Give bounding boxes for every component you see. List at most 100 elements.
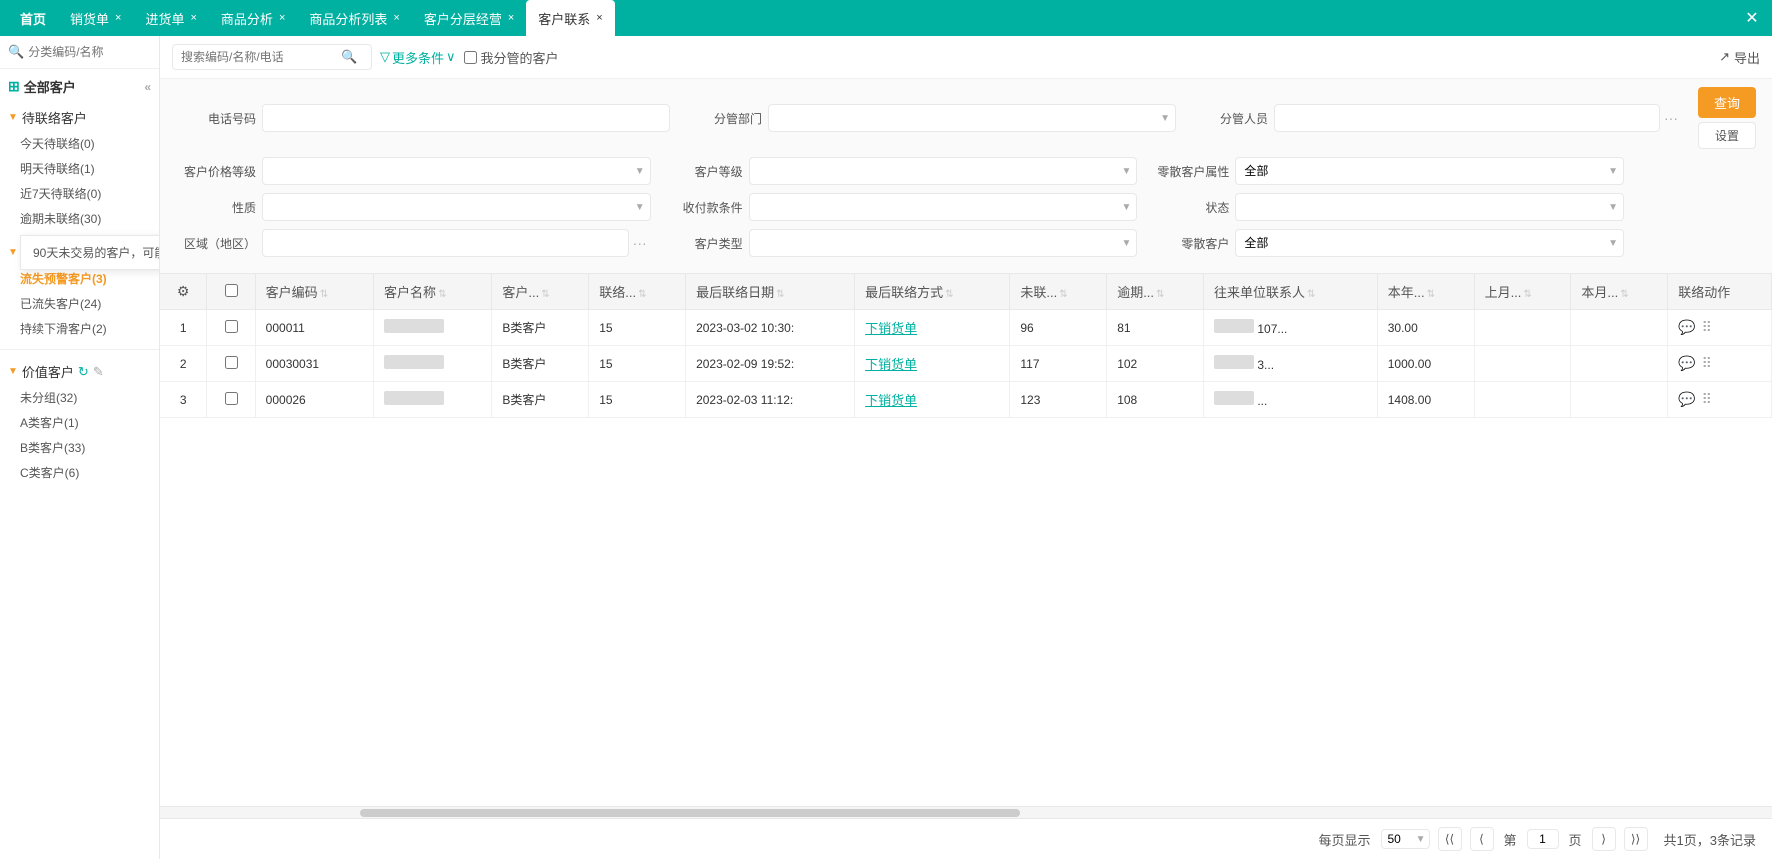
sidebar-item-churned[interactable]: 已流失客户(24) bbox=[0, 291, 159, 316]
first-page-btn[interactable]: ⟨⟨ bbox=[1438, 827, 1462, 851]
filter-customer-level-select[interactable] bbox=[749, 157, 1138, 185]
sidebar-search-input[interactable] bbox=[28, 45, 151, 59]
filter-gender-select[interactable] bbox=[262, 193, 651, 221]
sort-overdue-icon[interactable]: ⇅ bbox=[1156, 289, 1164, 300]
nav-tab-analysis-list-close[interactable]: × bbox=[393, 12, 399, 24]
filter-payment-select[interactable] bbox=[749, 193, 1138, 221]
sort-contact-person-icon[interactable]: ⇅ bbox=[1307, 289, 1315, 300]
row-cur-month-1 bbox=[1571, 346, 1668, 382]
nav-tab-purchase[interactable]: 进货单 × bbox=[133, 0, 208, 36]
nav-tab-customer-tier-close[interactable]: × bbox=[508, 12, 514, 24]
my-customers-filter[interactable]: 我分管的客户 bbox=[464, 48, 559, 67]
nav-tab-home[interactable]: 首页 bbox=[8, 0, 58, 36]
filter-phone-input[interactable] bbox=[262, 104, 670, 132]
nav-tab-sales[interactable]: 销货单 × bbox=[58, 0, 133, 36]
sort-contact-icon[interactable]: ⇅ bbox=[638, 289, 646, 300]
filter-region-input[interactable] bbox=[262, 229, 629, 257]
window-close-button[interactable]: ✕ bbox=[1740, 6, 1764, 30]
edit-icon[interactable]: ✎ bbox=[93, 364, 104, 380]
filter-search-input[interactable] bbox=[181, 50, 341, 64]
filter-staff-dots[interactable]: ··· bbox=[1660, 110, 1682, 126]
filter-zero-attr-select[interactable]: 全部 bbox=[1235, 157, 1624, 185]
filter-dept-select[interactable] bbox=[768, 104, 1176, 132]
export-icon: ↗ bbox=[1719, 49, 1730, 65]
page-number-input[interactable] bbox=[1527, 829, 1559, 849]
sidebar-item-class-a[interactable]: A类客户(1) bbox=[0, 410, 159, 435]
horizontal-scrollbar[interactable] bbox=[160, 806, 1772, 818]
row-select-2[interactable] bbox=[225, 392, 238, 405]
more-conditions-btn[interactable]: ▽ 更多条件 ∨ bbox=[380, 48, 456, 67]
action-more-icon-2[interactable]: ⠿ bbox=[1702, 391, 1712, 408]
nav-tab-analysis[interactable]: 商品分析 × bbox=[209, 0, 297, 36]
row-checkbox-0[interactable] bbox=[207, 310, 255, 346]
sort-no-contact-icon[interactable]: ⇅ bbox=[1059, 289, 1067, 300]
filter-staff-input[interactable] bbox=[1274, 104, 1660, 132]
my-customers-checkbox[interactable] bbox=[464, 51, 477, 64]
sort-last-month-icon[interactable]: ⇅ bbox=[1523, 289, 1531, 300]
sidebar-group-value-title[interactable]: ▼ 价值客户 ↻ ✎ bbox=[0, 358, 159, 385]
contact-method-link-0[interactable]: 下销货单 bbox=[865, 321, 917, 336]
sidebar-item-overdue[interactable]: 逾期未联络(30) bbox=[0, 206, 159, 231]
sort-code-icon[interactable]: ⇅ bbox=[320, 289, 328, 300]
next-page-btn[interactable]: ⟩ bbox=[1592, 827, 1616, 851]
all-customers-section[interactable]: ⊞ 全部客户 « bbox=[0, 69, 159, 100]
row-last-method-2[interactable]: 下销货单 bbox=[855, 382, 1010, 418]
sort-cur-year-icon[interactable]: ⇅ bbox=[1427, 289, 1435, 300]
sidebar-item-7days[interactable]: 近7天待联络(0) bbox=[0, 181, 159, 206]
refresh-icon[interactable]: ↻ bbox=[78, 364, 89, 380]
filter-price-level-select[interactable] bbox=[262, 157, 651, 185]
filter-region-dots[interactable]: ··· bbox=[629, 235, 651, 251]
collapse-icon[interactable]: « bbox=[144, 80, 151, 94]
last-page-btn[interactable]: ⟩⟩ bbox=[1624, 827, 1648, 851]
sort-last-date-icon[interactable]: ⇅ bbox=[776, 289, 784, 300]
per-page-select[interactable]: 50 100 200 bbox=[1381, 829, 1430, 849]
nav-tab-customer-tier[interactable]: 客户分层经营 × bbox=[412, 0, 526, 36]
export-btn[interactable]: ↗ 导出 bbox=[1719, 48, 1760, 67]
table-row: 1 000011 B类客户 15 2023-03-02 10:30: 下销货单 … bbox=[160, 310, 1772, 346]
row-checkbox-1[interactable] bbox=[207, 346, 255, 382]
action-contact-icon-0[interactable]: 💬 bbox=[1678, 319, 1695, 336]
row-checkbox-2[interactable] bbox=[207, 382, 255, 418]
settings-button[interactable]: 设置 bbox=[1698, 122, 1756, 149]
sidebar-item-class-b[interactable]: B类客户(33) bbox=[0, 435, 159, 460]
scrollbar-thumb[interactable] bbox=[360, 809, 1020, 817]
nav-tab-sales-close[interactable]: × bbox=[115, 12, 121, 24]
filter-status-select[interactable] bbox=[1235, 193, 1624, 221]
table-settings-col[interactable]: ⚙ bbox=[160, 274, 207, 310]
nav-tab-customer-contact[interactable]: 客户联系 × bbox=[526, 0, 614, 36]
row-select-0[interactable] bbox=[225, 320, 238, 333]
sort-last-method-icon[interactable]: ⇅ bbox=[945, 289, 953, 300]
sidebar-item-class-c[interactable]: C类客户(6) bbox=[0, 460, 159, 485]
sidebar-group-pending-title[interactable]: ▼ 待联络客户 bbox=[0, 104, 159, 131]
sidebar-item-declining[interactable]: 持续下滑客户(2) bbox=[0, 316, 159, 341]
sidebar-item-tomorrow[interactable]: 明天待联络(1) bbox=[0, 156, 159, 181]
sort-cur-month-icon[interactable]: ⇅ bbox=[1620, 289, 1628, 300]
filter-search-icon[interactable]: 🔍 bbox=[341, 49, 357, 65]
nav-tab-customer-contact-close[interactable]: × bbox=[596, 12, 602, 24]
row-last-method-1[interactable]: 下销货单 bbox=[855, 346, 1010, 382]
action-more-icon-0[interactable]: ⠿ bbox=[1702, 319, 1712, 336]
sidebar: 🔍 ⊞ 全部客户 « ▼ 待联络客户 今天待联络(0) 明天待联络(1) 近7天… bbox=[0, 36, 160, 859]
sort-type-icon[interactable]: ⇅ bbox=[541, 289, 549, 300]
nav-tab-purchase-close[interactable]: × bbox=[190, 12, 196, 24]
contact-method-link-2[interactable]: 下销货单 bbox=[865, 393, 917, 408]
sort-name-icon[interactable]: ⇅ bbox=[438, 289, 446, 300]
row-last-date-1: 2023-02-09 19:52: bbox=[686, 346, 855, 382]
action-contact-icon-1[interactable]: 💬 bbox=[1678, 355, 1695, 372]
action-more-icon-1[interactable]: ⠿ bbox=[1702, 355, 1712, 372]
filter-zero-customer-select[interactable]: 全部 bbox=[1235, 229, 1624, 257]
filter-dept-label: 分管部门 bbox=[682, 110, 762, 127]
table-checkbox-col[interactable] bbox=[207, 274, 255, 310]
action-contact-icon-2[interactable]: 💬 bbox=[1678, 391, 1695, 408]
query-button[interactable]: 查询 bbox=[1698, 87, 1756, 118]
row-select-1[interactable] bbox=[225, 356, 238, 369]
prev-page-btn[interactable]: ⟨ bbox=[1470, 827, 1494, 851]
row-last-method-0[interactable]: 下销货单 bbox=[855, 310, 1010, 346]
nav-tab-analysis-list[interactable]: 商品分析列表 × bbox=[297, 0, 411, 36]
sidebar-item-unclassified[interactable]: 未分组(32) bbox=[0, 385, 159, 410]
filter-customer-type-select[interactable] bbox=[749, 229, 1138, 257]
contact-method-link-1[interactable]: 下销货单 bbox=[865, 357, 917, 372]
select-all-checkbox[interactable] bbox=[225, 284, 238, 297]
nav-tab-analysis-close[interactable]: × bbox=[279, 12, 285, 24]
sidebar-item-today[interactable]: 今天待联络(0) bbox=[0, 131, 159, 156]
